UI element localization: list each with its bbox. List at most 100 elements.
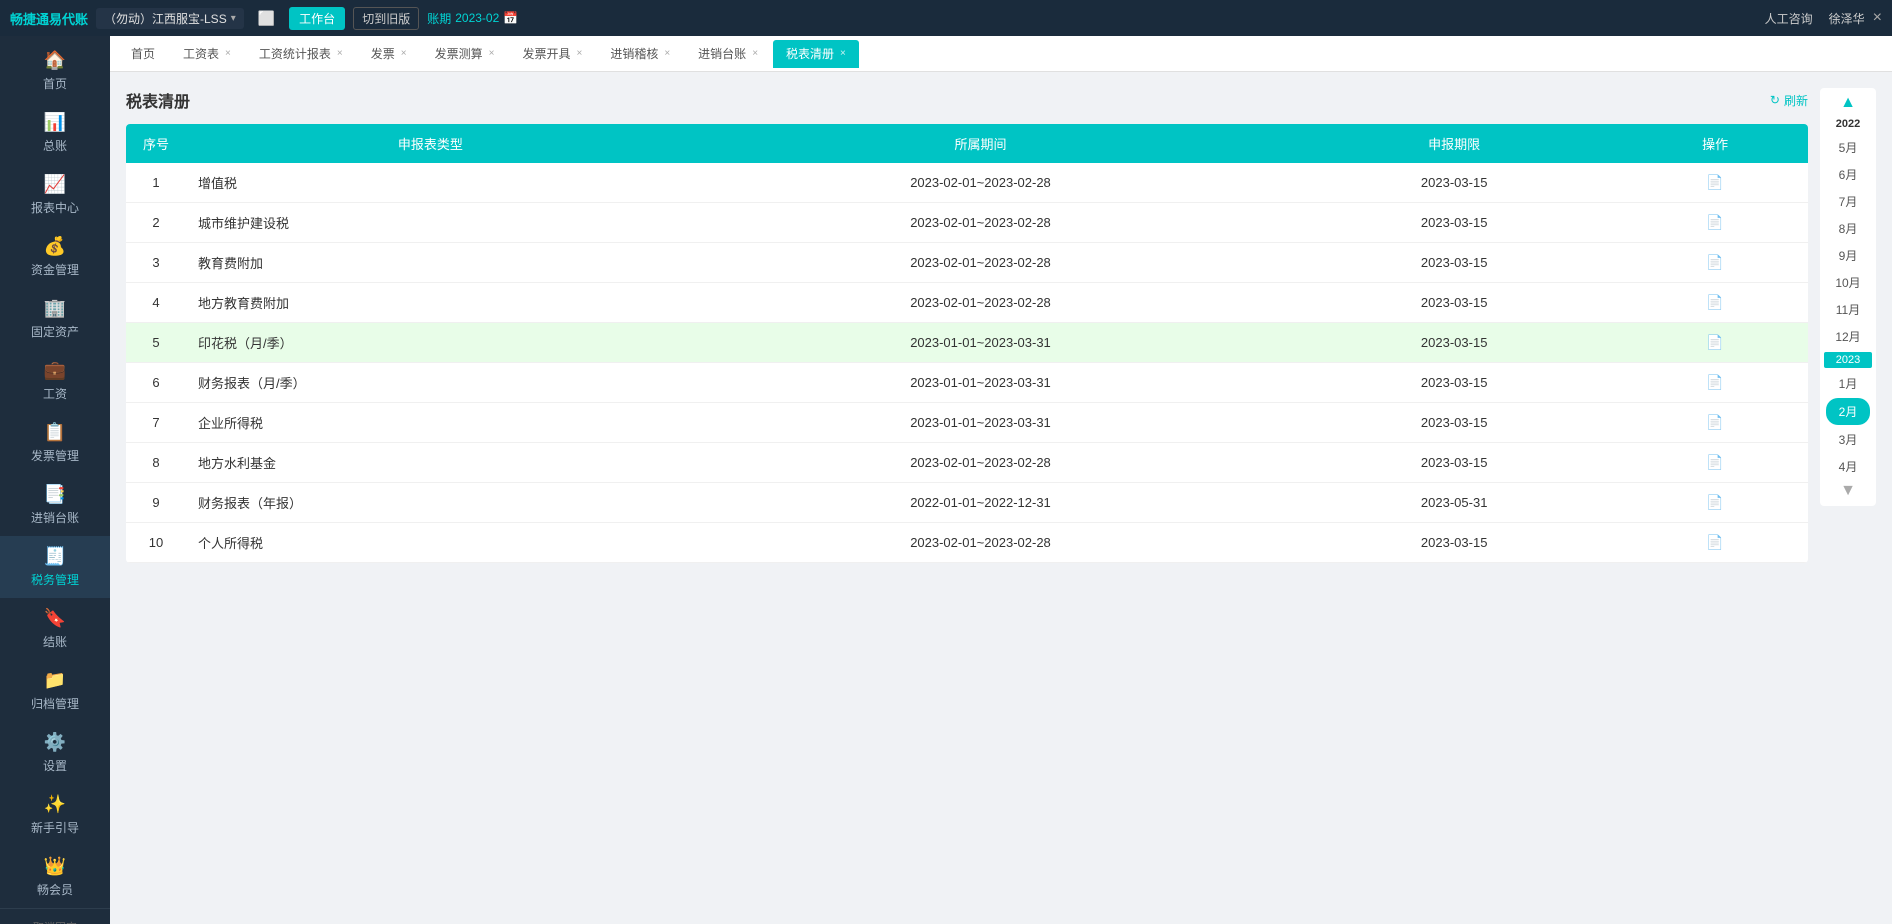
calendar-month[interactable]: 4月 (1820, 453, 1876, 480)
calendar-year-2023: 2023 (1824, 352, 1872, 368)
tab-close-icon[interactable]: × (576, 48, 582, 59)
tab-发票[interactable]: 发票× (358, 40, 420, 68)
tab-close-icon[interactable]: × (489, 48, 495, 59)
refresh-icon: ↻ (1770, 93, 1780, 107)
row-period: 2022-01-01~2022-12-31 (675, 483, 1286, 523)
tab-close-icon[interactable]: × (840, 48, 846, 59)
tab-发票开具[interactable]: 发票开具× (509, 40, 595, 68)
tab-首页[interactable]: 首页 (118, 40, 168, 68)
table-row: 9 财务报表（年报） 2022-01-01~2022-12-31 2023-05… (126, 483, 1808, 523)
tab-close-icon[interactable]: × (401, 48, 407, 59)
close-icon[interactable]: × (1873, 9, 1882, 27)
action-icon[interactable]: 📄 (1706, 294, 1723, 310)
sidebar-item-settlement[interactable]: 🔖结账 (0, 598, 110, 660)
tab-close-icon[interactable]: × (752, 48, 758, 59)
action-icon[interactable]: 📄 (1706, 414, 1723, 430)
action-icon[interactable]: 📄 (1706, 214, 1723, 230)
calendar-month[interactable]: 2月 (1826, 398, 1870, 425)
tab-label: 工资表 (183, 45, 219, 62)
calendar-year-2022: 2022 (1836, 114, 1860, 134)
calendar-month[interactable]: 5月 (1820, 134, 1876, 161)
company-selector[interactable]: （勿动）江西服宝-LSS ▾ (96, 8, 244, 29)
calendar-month[interactable]: 6月 (1820, 161, 1876, 188)
calendar-up-icon[interactable]: ▲ (1838, 92, 1858, 114)
calendar-month[interactable]: 8月 (1820, 215, 1876, 242)
action-icon[interactable]: 📄 (1706, 494, 1723, 510)
action-icon[interactable]: 📄 (1706, 374, 1723, 390)
row-period: 2023-02-01~2023-02-28 (675, 163, 1286, 203)
sidebar-item-guide[interactable]: ✨ 新手引导 (0, 784, 110, 846)
calendar-month[interactable]: 1月 (1820, 370, 1876, 397)
sidebar-item-sales[interactable]: 📑进销台账 (0, 474, 110, 536)
sidebar-item-member[interactable]: 👑畅会员 (0, 846, 110, 908)
calendar-icon[interactable]: 📅 (503, 11, 518, 25)
col-header: 所属期间 (675, 124, 1286, 163)
calendar-month[interactable]: 12月 (1820, 323, 1876, 350)
tab-进销稽核[interactable]: 进销稽核× (597, 40, 683, 68)
row-type: 财务报表（月/季） (186, 363, 675, 403)
sidebar-label: 新手引导 (31, 819, 79, 836)
row-action[interactable]: 📄 (1622, 403, 1808, 443)
calendar-down-icon[interactable]: ▼ (1838, 480, 1858, 502)
calendar-month[interactable]: 7月 (1820, 188, 1876, 215)
col-header: 申报期限 (1286, 124, 1622, 163)
sidebar-item-ledger[interactable]: 📊总账 (0, 102, 110, 164)
workbench-button[interactable]: 工作台 (289, 7, 345, 30)
tab-进销台账[interactable]: 进销台账× (685, 40, 771, 68)
sidebar-item-invoice[interactable]: 📋发票管理 (0, 412, 110, 474)
row-type: 城市维护建设税 (186, 203, 675, 243)
row-action[interactable]: 📄 (1622, 203, 1808, 243)
row-type: 企业所得税 (186, 403, 675, 443)
calendar-month[interactable]: 11月 (1820, 296, 1876, 323)
row-type: 财务报表（年报） (186, 483, 675, 523)
switch-button[interactable]: 切到旧版 (353, 7, 419, 30)
row-action[interactable]: 📄 (1622, 163, 1808, 203)
action-icon[interactable]: 📄 (1706, 334, 1723, 350)
tab-税表清册[interactable]: 税表清册× (773, 40, 859, 68)
sidebar-item-salary[interactable]: 💼工资 (0, 350, 110, 412)
refresh-button[interactable]: ↻ 刷新 (1770, 92, 1808, 109)
sidebar-item-tax[interactable]: 🧾税务管理 (0, 536, 110, 598)
calendar-month[interactable]: 10月 (1820, 269, 1876, 296)
row-action[interactable]: 📄 (1622, 523, 1808, 563)
action-icon[interactable]: 📄 (1706, 454, 1723, 470)
action-icon[interactable]: 📄 (1706, 534, 1723, 550)
sidebar-item-archive[interactable]: 📁归档管理 (0, 660, 110, 722)
tab-发票测算[interactable]: 发票测算× (422, 40, 508, 68)
settlement-icon: 🔖 (44, 608, 66, 629)
calendar-month[interactable]: 9月 (1820, 242, 1876, 269)
tab-label: 工资统计报表 (259, 45, 331, 62)
tab-close-icon[interactable]: × (337, 48, 343, 59)
sidebar-item-assets[interactable]: 🏢固定资产 (0, 288, 110, 350)
action-icon[interactable]: 📄 (1706, 254, 1723, 270)
row-no: 4 (126, 283, 186, 323)
row-no: 2 (126, 203, 186, 243)
tab-close-icon[interactable]: × (664, 48, 670, 59)
sidebar-item-home[interactable]: 🏠首页 (0, 40, 110, 102)
tab-工资表[interactable]: 工资表 × (170, 40, 244, 68)
row-action[interactable]: 📄 (1622, 363, 1808, 403)
cancel-fixed-button[interactable]: 取消固定 (0, 908, 110, 924)
ai-consult[interactable]: 人工咨询 (1765, 10, 1813, 27)
username[interactable]: 徐泽华 (1829, 10, 1865, 27)
guide-icon: ✨ (44, 794, 66, 815)
row-action[interactable]: 📄 (1622, 323, 1808, 363)
calendar-month[interactable]: 3月 (1820, 426, 1876, 453)
main-panel: 税表清册 ↻ 刷新 序号申报表类型所属期间申报期限操作 1 增值税 2023-0… (126, 88, 1808, 908)
sidebar-label: 工资 (43, 385, 67, 402)
tab-close-icon[interactable]: × (225, 48, 231, 59)
sidebar-item-funds[interactable]: 💰资金管理 (0, 226, 110, 288)
row-action[interactable]: 📄 (1622, 243, 1808, 283)
action-icon[interactable]: 📄 (1706, 174, 1723, 190)
sidebar-item-reports[interactable]: 📈报表中心 (0, 164, 110, 226)
page-content: 税表清册 ↻ 刷新 序号申报表类型所属期间申报期限操作 1 增值税 2023-0… (110, 72, 1892, 924)
row-action[interactable]: 📄 (1622, 443, 1808, 483)
copy-icon[interactable]: ⬜ (252, 8, 281, 29)
sidebar-item-settings[interactable]: ⚙️设置 (0, 722, 110, 784)
row-deadline: 2023-03-15 (1286, 403, 1622, 443)
tab-工资统计报表[interactable]: 工资统计报表 × (246, 40, 356, 68)
row-action[interactable]: 📄 (1622, 283, 1808, 323)
row-action[interactable]: 📄 (1622, 483, 1808, 523)
table-row: 3 教育费附加 2023-02-01~2023-02-28 2023-03-15… (126, 243, 1808, 283)
content-area: 首页工资表×工资统计报表×发票×发票测算×发票开具×进销稽核×进销台账×税表清册… (110, 36, 1892, 924)
